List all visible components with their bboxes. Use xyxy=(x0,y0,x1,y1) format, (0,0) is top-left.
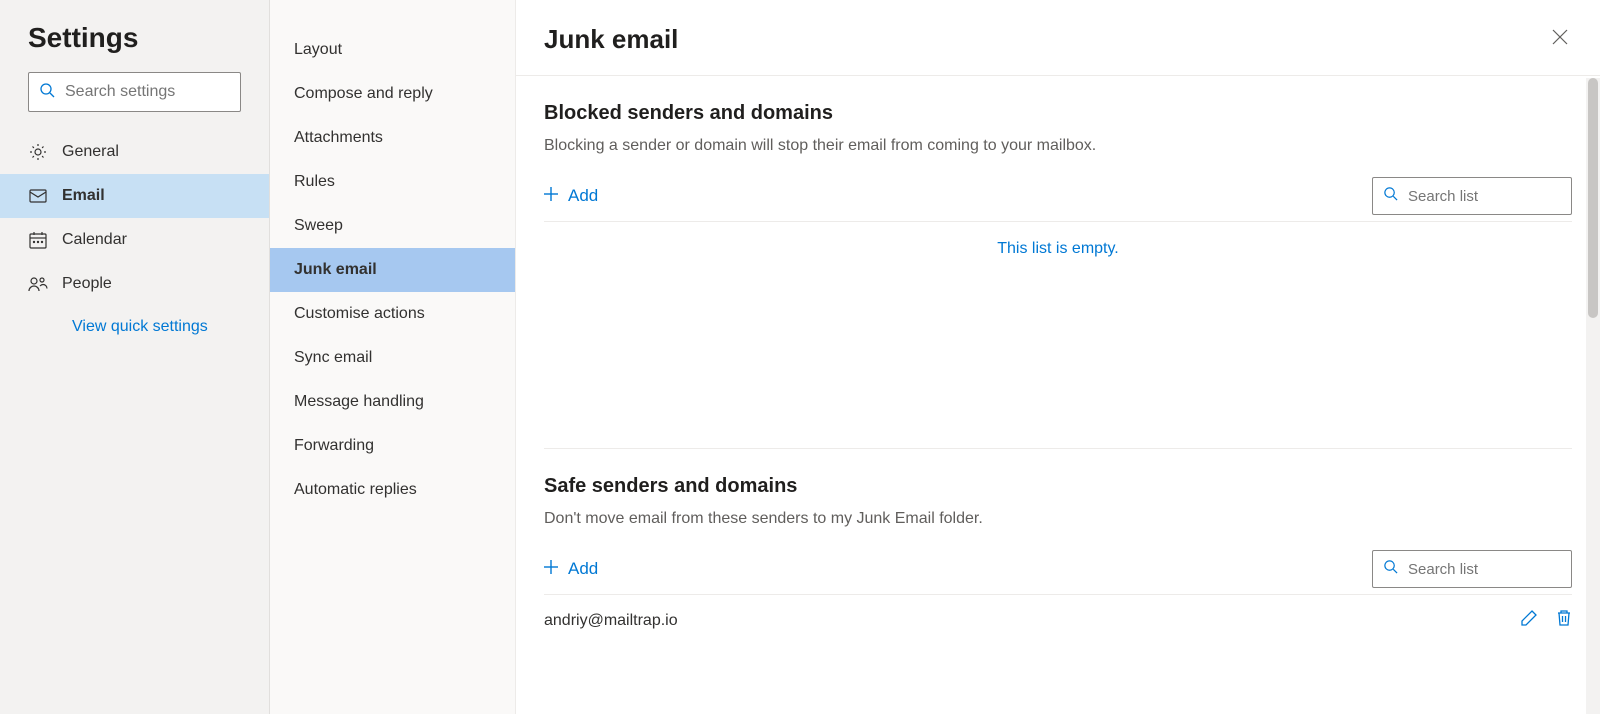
add-label: Add xyxy=(568,186,598,206)
settings-nav: General Email xyxy=(0,130,269,306)
subnav-item-attachments[interactable]: Attachments xyxy=(270,116,515,160)
row-actions xyxy=(1520,609,1572,632)
subnav-item-sync-email[interactable]: Sync email xyxy=(270,336,515,380)
safe-search-input[interactable] xyxy=(1408,561,1561,578)
calendar-icon xyxy=(28,231,48,249)
blocked-toolbar: Add xyxy=(544,177,1572,222)
mail-icon xyxy=(28,189,48,203)
scrollbar-thumb[interactable] xyxy=(1588,78,1598,318)
edit-icon xyxy=(1520,614,1538,631)
subnav-item-layout[interactable]: Layout xyxy=(270,28,515,72)
blocked-empty-message: This list is empty. xyxy=(544,222,1572,438)
safe-entry-address: andriy@mailtrap.io xyxy=(544,612,678,630)
sidebar-item-general[interactable]: General xyxy=(0,130,269,174)
subnav-item-message-handling[interactable]: Message handling xyxy=(270,380,515,424)
subnav-item-customise-actions[interactable]: Customise actions xyxy=(270,292,515,336)
page-title: Junk email xyxy=(544,24,678,55)
search-icon xyxy=(1383,186,1398,206)
safe-list-row: andriy@mailtrap.io xyxy=(544,595,1572,632)
subnav-item-forwarding[interactable]: Forwarding xyxy=(270,424,515,468)
safe-title: Safe senders and domains xyxy=(544,475,1572,498)
delete-button[interactable] xyxy=(1556,609,1572,632)
people-icon xyxy=(28,276,48,292)
search-icon xyxy=(1383,559,1398,579)
sidebar-item-email[interactable]: Email xyxy=(0,174,269,218)
edit-button[interactable] xyxy=(1520,609,1538,632)
safe-search-wrap[interactable] xyxy=(1372,550,1572,588)
sidebar-item-label: Calendar xyxy=(62,231,127,249)
settings-title: Settings xyxy=(0,22,269,72)
view-quick-settings-link[interactable]: View quick settings xyxy=(0,306,269,336)
safe-toolbar: Add xyxy=(544,550,1572,595)
search-settings-wrap[interactable] xyxy=(28,72,241,112)
scrollbar[interactable] xyxy=(1586,78,1600,714)
close-icon xyxy=(1552,32,1568,49)
blocked-add-button[interactable]: Add xyxy=(544,186,598,206)
safe-add-button[interactable]: Add xyxy=(544,559,598,579)
plus-icon xyxy=(544,559,558,579)
subnav-item-automatic-replies[interactable]: Automatic replies xyxy=(270,468,515,512)
blocked-search-input[interactable] xyxy=(1408,188,1561,205)
settings-sidebar: Settings General xyxy=(0,0,270,714)
sidebar-item-label: People xyxy=(62,275,112,293)
gear-icon xyxy=(28,143,48,161)
sidebar-item-label: General xyxy=(62,143,119,161)
settings-subnav: Layout Compose and reply Attachments Rul… xyxy=(270,0,516,714)
search-icon xyxy=(39,82,55,103)
subnav-item-rules[interactable]: Rules xyxy=(270,160,515,204)
main-header: Junk email xyxy=(516,0,1600,76)
search-settings-input[interactable] xyxy=(65,83,230,101)
sidebar-item-people[interactable]: People xyxy=(0,262,269,306)
subnav-item-compose-reply[interactable]: Compose and reply xyxy=(270,72,515,116)
blocked-title: Blocked senders and domains xyxy=(544,102,1572,125)
subnav-item-sweep[interactable]: Sweep xyxy=(270,204,515,248)
trash-icon xyxy=(1556,614,1572,631)
add-label: Add xyxy=(568,559,598,579)
subnav-item-junk-email[interactable]: Junk email xyxy=(270,248,515,292)
main-panel: Junk email Blocked senders and domains B… xyxy=(516,0,1600,714)
blocked-search-wrap[interactable] xyxy=(1372,177,1572,215)
plus-icon xyxy=(544,186,558,206)
sidebar-item-calendar[interactable]: Calendar xyxy=(0,218,269,262)
main-body: Blocked senders and domains Blocking a s… xyxy=(516,76,1600,714)
safe-senders-section: Safe senders and domains Don't move emai… xyxy=(544,449,1572,632)
sidebar-item-label: Email xyxy=(62,187,105,205)
safe-desc: Don't move email from these senders to m… xyxy=(544,510,1572,528)
close-button[interactable] xyxy=(1548,25,1572,54)
blocked-desc: Blocking a sender or domain will stop th… xyxy=(544,137,1572,155)
blocked-senders-section: Blocked senders and domains Blocking a s… xyxy=(544,76,1572,438)
